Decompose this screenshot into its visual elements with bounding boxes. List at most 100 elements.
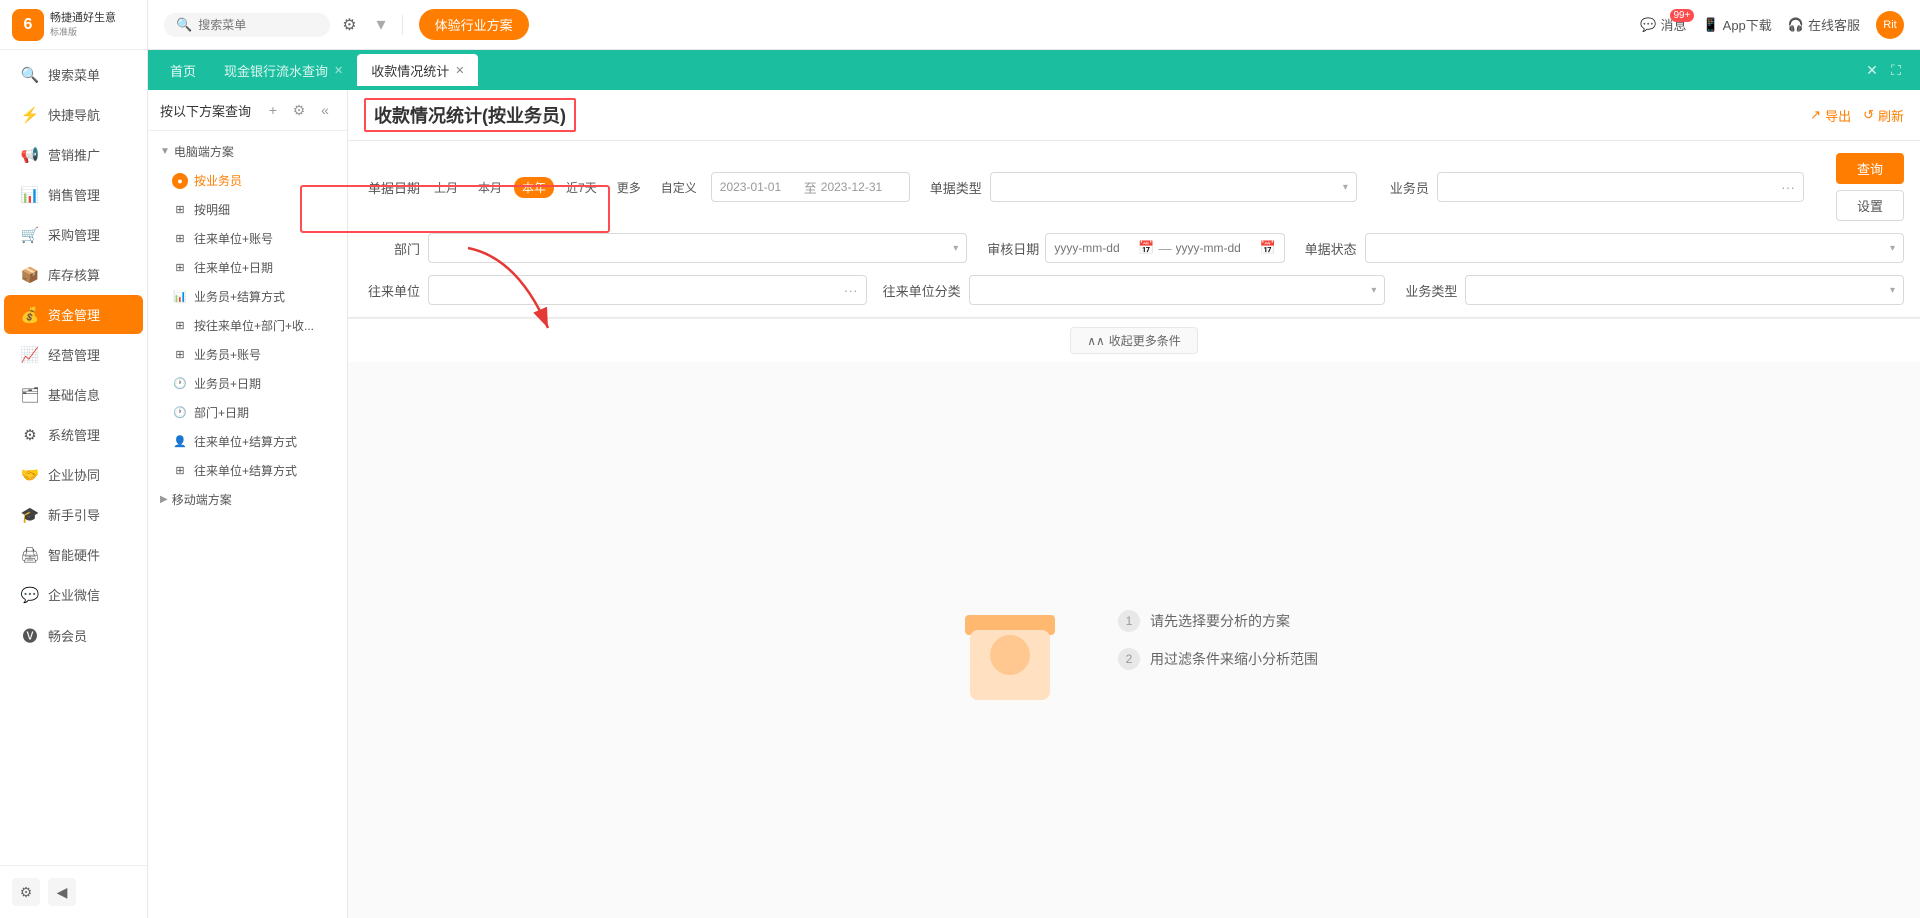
dept-select[interactable]: ▾ — [428, 233, 967, 263]
window-btns: ✕ ⛶ — [1864, 62, 1912, 78]
scheme-item-salesperson[interactable]: ● 按业务员 — [148, 166, 347, 195]
member-icon: 🅥 — [20, 625, 40, 646]
wechat-icon: 💬 — [20, 586, 40, 604]
scheme-collapse-btn[interactable]: « — [315, 100, 335, 120]
salesperson-more-icon[interactable]: ··· — [1781, 179, 1795, 195]
date-pill-last7[interactable]: 近7天 — [558, 177, 605, 198]
message-icon: 💬 — [1640, 17, 1656, 33]
tab-bank[interactable]: 现金银行流水查询 ✕ — [210, 54, 357, 86]
sidebar-item-wechat[interactable]: 💬 企业微信 — [4, 575, 143, 614]
refresh-btn[interactable]: ↺ 刷新 — [1863, 106, 1904, 125]
app-download-action[interactable]: 📱 App下载 — [1702, 15, 1771, 34]
tab-home[interactable]: 首页 — [156, 54, 210, 86]
scheme-item-salesperson-account-icon: ⊞ — [172, 347, 188, 363]
audit-end-input[interactable] — [1176, 241, 1256, 255]
app-edition: 标准版 — [50, 25, 116, 38]
topbar-dropdown-icon[interactable]: ▾ — [377, 14, 386, 35]
counterpart-more-icon[interactable]: ··· — [844, 282, 858, 298]
counterpart-label: 往来单位 — [364, 281, 420, 300]
sidebar-item-operation[interactable]: 📈 经营管理 — [4, 335, 143, 374]
collapse-more-btn[interactable]: ∧∧ 收起更多条件 — [1070, 327, 1198, 354]
audit-date-range[interactable]: 📅 — 📅 — [1045, 233, 1284, 263]
date-end-input[interactable] — [821, 180, 901, 194]
audit-start-calendar-icon[interactable]: 📅 — [1138, 240, 1154, 256]
scheme-setting-btn[interactable]: ⚙ — [289, 100, 309, 120]
online-service-label: 在线客服 — [1808, 15, 1860, 34]
scheme-group-mobile-header[interactable]: ▶ 移动端方案 — [148, 485, 347, 514]
sidebar-item-purchase[interactable]: 🛒 采购管理 — [4, 215, 143, 254]
sidebar-item-capital[interactable]: 💰 资金管理 — [4, 295, 143, 334]
sidebar-item-quicknav[interactable]: ⚡ 快捷导航 — [4, 95, 143, 134]
date-pill-thisyear[interactable]: 本年 — [514, 177, 554, 198]
doc-type-arrow-icon: ▾ — [1343, 182, 1348, 193]
date-pill-lastmonth[interactable]: 上月 — [426, 177, 466, 198]
scheme-item-unit-account-icon: ⊞ — [172, 231, 188, 247]
doc-status-select[interactable]: ▾ — [1365, 233, 1904, 263]
operation-icon: 📈 — [20, 346, 40, 364]
topbar-gear-icon[interactable]: ⚙ — [342, 15, 356, 35]
topbar-search-box[interactable]: 🔍 — [164, 13, 330, 37]
win-close-btn[interactable]: ✕ — [1864, 62, 1880, 78]
tabbar: 首页 现金银行流水查询 ✕ 收款情况统计 ✕ ✕ ⛶ — [148, 50, 1920, 90]
win-maximize-btn[interactable]: ⛶ — [1888, 62, 1904, 78]
sidebar-item-search[interactable]: 🔍 搜索菜单 — [4, 55, 143, 94]
audit-start-input[interactable] — [1054, 241, 1134, 255]
scheme-item-mingxi[interactable]: ⊞ 按明细 — [148, 195, 347, 224]
scheme-group-desktop-header[interactable]: ▼ 电脑端方案 — [148, 137, 347, 166]
user-avatar[interactable]: Rit — [1876, 11, 1904, 39]
tab-bank-close-icon[interactable]: ✕ — [334, 64, 343, 77]
scheme-item-salesperson-date[interactable]: 🕐 业务员+日期 — [148, 369, 347, 398]
topbar-search-input[interactable] — [198, 18, 318, 32]
sidebar-item-sales[interactable]: 📊 销售管理 — [4, 175, 143, 214]
sidebar-item-member[interactable]: 🅥 畅会员 — [4, 615, 143, 656]
empty-state: 1 请先选择要分析的方案 2 用过滤条件来缩小分析范围 — [348, 362, 1920, 918]
sidebar-item-system[interactable]: ⚙ 系统管理 — [4, 415, 143, 454]
scheme-item-salesperson-icon: ● — [172, 173, 188, 189]
scheme-item-unit-settle1[interactable]: 👤 往来单位+结算方式 — [148, 427, 347, 456]
logo-icon: 6 — [12, 9, 44, 41]
sidebar-settings-btn[interactable]: ⚙ — [12, 878, 40, 906]
empty-face — [990, 635, 1030, 675]
sidebar-item-guide[interactable]: 🎓 新手引导 — [4, 495, 143, 534]
setting-btn[interactable]: 设置 — [1836, 190, 1904, 221]
audit-end-calendar-icon[interactable]: 📅 — [1260, 240, 1276, 256]
scheme-item-unit-account[interactable]: ⊞ 往来单位+账号 — [148, 224, 347, 253]
dept-label: 部门 — [364, 239, 420, 258]
scheme-item-salesperson-account[interactable]: ⊞ 业务员+账号 — [148, 340, 347, 369]
doc-status-label: 单据状态 — [1301, 239, 1357, 258]
scheme-group-mobile-arrow-icon: ▶ — [160, 494, 168, 505]
date-range-input[interactable]: 至 — [711, 172, 910, 202]
query-btn[interactable]: 查询 — [1836, 153, 1904, 184]
trial-btn[interactable]: 体验行业方案 — [419, 9, 529, 40]
counterpart-category-select[interactable]: ▾ — [969, 275, 1386, 305]
date-pill-thismonth[interactable]: 本月 — [470, 177, 510, 198]
hardware-icon: 🖨 — [20, 546, 40, 564]
scheme-item-salesperson-date-icon: 🕐 — [172, 376, 188, 392]
online-service-action[interactable]: 🎧 在线客服 — [1788, 15, 1860, 34]
sidebar-item-inventory[interactable]: 📦 库存核算 — [4, 255, 143, 294]
date-pill-more[interactable]: 更多 — [609, 177, 649, 198]
sidebar-collapse-btn[interactable]: ◀ — [48, 878, 76, 906]
scheme-item-dept-date[interactable]: 🕐 部门+日期 — [148, 398, 347, 427]
date-start-input[interactable] — [720, 180, 800, 194]
sidebar: 6 畅捷通好生意 标准版 🔍 搜索菜单 ⚡ 快捷导航 📢 营销推广 📊 销售管理… — [0, 0, 148, 918]
export-btn[interactable]: ↗ 导出 — [1810, 106, 1851, 125]
scheme-item-unit-date[interactable]: ⊞ 往来单位+日期 — [148, 253, 347, 282]
counterpart-select[interactable]: ··· — [428, 275, 867, 305]
message-action[interactable]: 💬 消息 99+ — [1640, 15, 1686, 34]
sidebar-item-enterprise[interactable]: 🤝 企业协同 — [4, 455, 143, 494]
tab-collection-close-icon[interactable]: ✕ — [455, 64, 464, 77]
scheme-item-unit-dept-collect[interactable]: ⊞ 按往来单位+部门+收... — [148, 311, 347, 340]
message-badge: 99+ — [1670, 9, 1695, 22]
scheme-item-salesperson-settle[interactable]: 📊 业务员+结算方式 — [148, 282, 347, 311]
doc-type-select[interactable]: ▾ — [990, 172, 1357, 202]
sidebar-item-marketing[interactable]: 📢 营销推广 — [4, 135, 143, 174]
biz-type-select[interactable]: ▾ — [1465, 275, 1904, 305]
sidebar-item-hardware[interactable]: 🖨 智能硬件 — [4, 535, 143, 574]
scheme-add-btn[interactable]: + — [263, 100, 283, 120]
tab-collection[interactable]: 收款情况统计 ✕ — [357, 54, 478, 86]
salesperson-select[interactable]: ··· — [1437, 172, 1804, 202]
sidebar-item-basic[interactable]: 🗂 基础信息 — [4, 375, 143, 414]
date-pill-custom[interactable]: 自定义 — [653, 177, 705, 198]
scheme-item-unit-settle2[interactable]: ⊞ 往来单位+结算方式 — [148, 456, 347, 485]
